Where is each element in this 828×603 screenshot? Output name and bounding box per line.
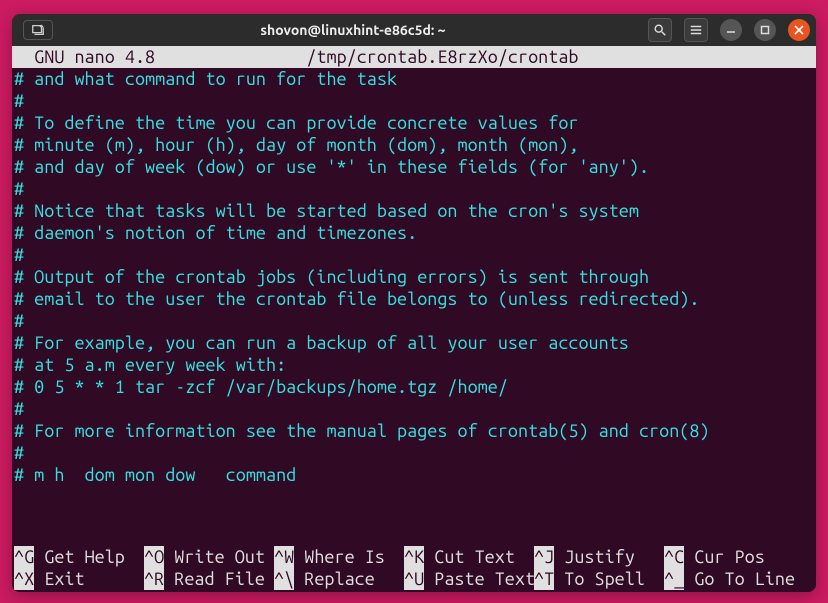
menu-button[interactable] [684,18,708,42]
nano-line: # at 5 a.m every week with: [14,354,814,376]
shortcut-key: ^J [534,546,554,568]
terminal-body[interactable]: GNU nano 4.8 /tmp/crontab.E8rzXo/crontab… [12,46,816,592]
nano-shortcut-row-2: ^X Exit ^R Read File ^\ Replace ^U Paste… [14,568,814,590]
nano-shortcut: ^X Exit [14,568,144,590]
nano-app-name: GNU nano 4.8 [14,46,155,68]
nano-shortcut: ^R Read File [144,568,274,590]
window-title: shovon@linuxhint-e86c5d: ~ [70,22,636,38]
nano-footer: ^G Get Help ^O Write Out ^W Where Is ^K … [12,546,816,592]
shortcut-key: ^X [14,568,34,590]
nano-shortcut-row-1: ^G Get Help ^O Write Out ^W Where Is ^K … [14,546,814,568]
nano-line: # email to the user the crontab file bel… [14,288,814,310]
search-button[interactable] [648,18,672,42]
nano-line: # [14,178,814,200]
nano-shortcut: ^G Get Help [14,546,144,568]
nano-shortcut: ^C Cur Pos [664,546,794,568]
nano-shortcut: ^K Cut Text [404,546,534,568]
shortcut-label: To Spell [554,568,665,590]
shortcut-key: ^G [14,546,34,568]
nano-line: # Notice that tasks will be started base… [14,200,814,222]
nano-shortcut: ^U Paste Text [404,568,534,590]
nano-file-path: /tmp/crontab.E8rzXo/crontab [306,46,578,68]
nano-line: # To define the time you can provide con… [14,112,814,134]
shortcut-label: Read File [164,568,275,590]
shortcut-label: Where Is [294,546,405,568]
shortcut-label: Cut Text [424,546,535,568]
minimize-button[interactable] [720,19,742,41]
nano-line: # and day of week (dow) or use '*' in th… [14,156,814,178]
nano-line: # m h dom mon dow command [14,464,814,486]
nano-line: # For example, you can run a backup of a… [14,332,814,354]
nano-line: # [14,244,814,266]
shortcut-label: Justify [554,546,665,568]
new-tab-icon [31,23,45,37]
new-tab-button[interactable] [23,20,53,40]
nano-line: # 0 5 * * 1 tar -zcf /var/backups/home.t… [14,376,814,398]
nano-header: GNU nano 4.8 /tmp/crontab.E8rzXo/crontab [12,46,816,68]
shortcut-label: Write Out [164,546,275,568]
nano-content[interactable]: # and what command to run for the task##… [12,68,816,546]
titlebar-right [648,18,810,42]
shortcut-label: Get Help [34,546,145,568]
nano-line: # and what command to run for the task [14,68,814,90]
nano-header-spacer [155,46,306,68]
shortcut-label: Replace [294,568,405,590]
close-icon [794,25,804,35]
shortcut-key: ^T [534,568,554,590]
shortcut-key: ^O [144,546,164,568]
shortcut-key: ^U [404,568,424,590]
minimize-icon [726,25,736,35]
nano-shortcut: ^T To Spell [534,568,664,590]
shortcut-label: Go To Line [684,568,795,590]
shortcut-label: Exit [34,568,145,590]
nano-shortcut: ^\ Replace [274,568,404,590]
nano-line: # For more information see the manual pa… [14,420,814,442]
nano-shortcut: ^_ Go To Line [664,568,794,590]
nano-line: # [14,90,814,112]
search-icon [653,23,667,37]
nano-shortcut: ^J Justify [534,546,664,568]
shortcut-label: Paste Text [424,568,535,590]
maximize-button[interactable] [754,19,776,41]
nano-line: # Output of the crontab jobs (including … [14,266,814,288]
terminal-window: shovon@linuxhint-e86c5d: ~ GNU nano 4.8 [12,14,816,592]
nano-line: # [14,310,814,332]
maximize-icon [760,25,770,35]
nano-shortcut: ^W Where Is [274,546,404,568]
shortcut-label: Cur Pos [684,546,795,568]
shortcut-key: ^W [274,546,294,568]
shortcut-key: ^_ [664,568,684,590]
close-button[interactable] [788,19,810,41]
titlebar: shovon@linuxhint-e86c5d: ~ [12,14,816,46]
shortcut-key: ^R [144,568,164,590]
nano-line: # [14,398,814,420]
shortcut-key: ^\ [274,568,294,590]
shortcut-key: ^K [404,546,424,568]
nano-shortcut: ^O Write Out [144,546,274,568]
nano-line: # daemon's notion of time and timezones. [14,222,814,244]
nano-line: # minute (m), hour (h), day of month (do… [14,134,814,156]
nano-line: # [14,442,814,464]
hamburger-icon [689,23,703,37]
shortcut-key: ^C [664,546,684,568]
titlebar-left [18,19,58,41]
